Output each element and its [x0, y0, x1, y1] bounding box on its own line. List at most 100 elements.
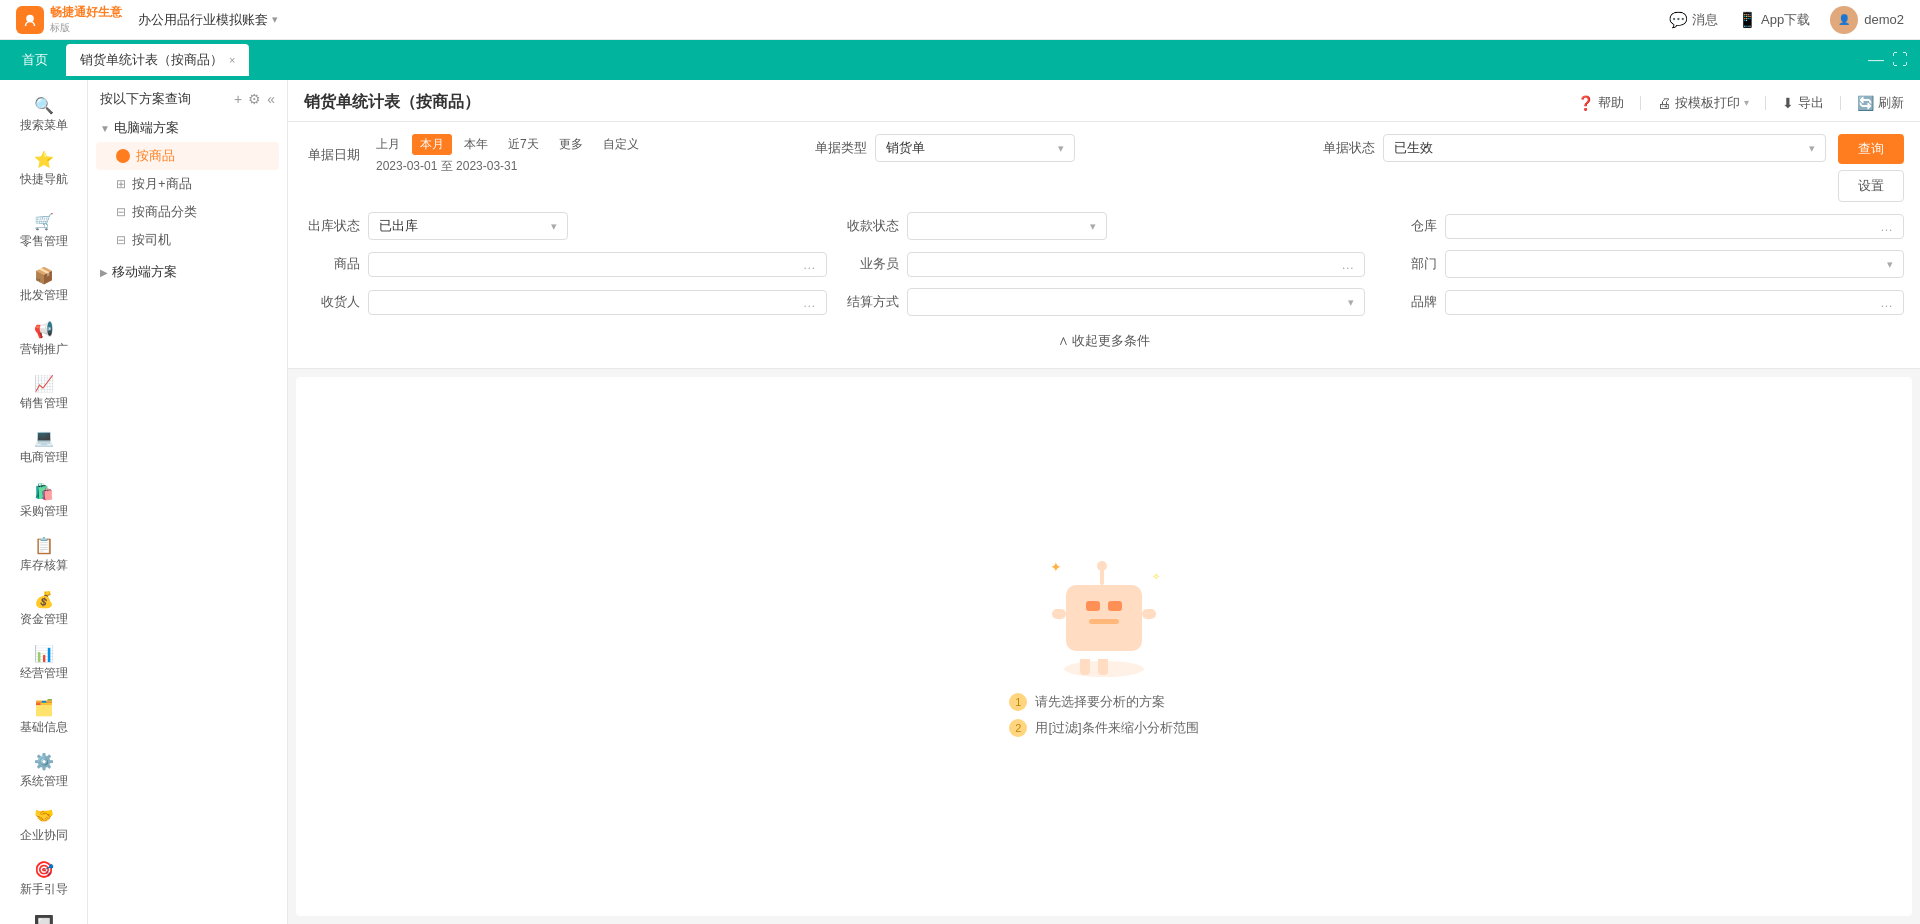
- brand-input[interactable]: …: [1445, 290, 1904, 315]
- scheme-group-desktop-header[interactable]: ▼ 电脑端方案: [96, 114, 279, 142]
- sidebar-item-wholesale[interactable]: 📦 批发管理: [0, 258, 87, 312]
- sidebar-item-enterprise[interactable]: 🤝 企业协同: [0, 798, 87, 852]
- user-area[interactable]: 👤 demo2: [1830, 6, 1904, 34]
- bill-status-select[interactable]: 已生效 ▾: [1383, 134, 1826, 162]
- date-tab-more[interactable]: 更多: [551, 134, 591, 155]
- industry-selector[interactable]: 办公用品行业模拟账套 ▾: [138, 11, 278, 29]
- collapse-more-btn[interactable]: ∧ 收起更多条件: [304, 326, 1904, 356]
- bill-type-select[interactable]: 销货单 ▾: [875, 134, 1075, 162]
- app-logo: [16, 6, 44, 34]
- help-icon: ❓: [1577, 95, 1594, 111]
- warehouse-input[interactable]: …: [1445, 214, 1904, 239]
- template-print-btn[interactable]: 🖨 按模板打印 ▾: [1657, 94, 1749, 112]
- left-panel-actions: + ⚙ «: [234, 91, 275, 107]
- export-btn[interactable]: ⬇ 导出: [1782, 94, 1824, 112]
- salesman-dots: …: [1341, 257, 1354, 272]
- add-scheme-btn[interactable]: +: [234, 91, 242, 107]
- date-tab-thisyear[interactable]: 本年: [456, 134, 496, 155]
- app-download-label: App下载: [1761, 11, 1810, 29]
- scheme-group-desktop: ▼ 电脑端方案 按商品 ⊞ 按月+商品 ⊟ 按商品分类: [96, 114, 279, 254]
- collapse-panel-btn[interactable]: «: [267, 91, 275, 107]
- scheme-item-by-month-product[interactable]: ⊞ 按月+商品: [96, 170, 279, 198]
- settlement-select[interactable]: ▾: [907, 288, 1366, 316]
- message-action[interactable]: 💬 消息: [1669, 11, 1718, 29]
- sidebar-item-ecom[interactable]: 💻 电商管理: [0, 420, 87, 474]
- filter-row-3: 商品 … 业务员 … 部门: [304, 250, 1904, 278]
- query-button[interactable]: 查询: [1838, 134, 1904, 164]
- tab-close-icon[interactable]: ×: [229, 54, 235, 66]
- collect-status-select[interactable]: ▾: [907, 212, 1107, 240]
- out-status-select[interactable]: 已出库 ▾: [368, 212, 568, 240]
- minimize-btn[interactable]: —: [1868, 51, 1884, 69]
- sidebar-item-basic[interactable]: 🗂️ 基础信息: [0, 690, 87, 744]
- date-tab-custom[interactable]: 自定义: [595, 134, 647, 155]
- refresh-btn[interactable]: 🔄 刷新: [1857, 94, 1904, 112]
- ecom-icon: 💻: [34, 428, 54, 447]
- product-input[interactable]: …: [368, 252, 827, 277]
- empty-steps: 1 请先选择要分析的方案 2 用[过滤]条件来缩小分析范围: [1009, 693, 1198, 737]
- sidebar-item-finance[interactable]: 💰 资金管理: [0, 582, 87, 636]
- empty-step-1: 1 请先选择要分析的方案: [1009, 693, 1198, 711]
- filter-row-1: 单据日期 上月 本月 本年 近7天 更多 自定义 2023-03-01 至 20…: [304, 134, 1904, 202]
- scheme-item-by-category[interactable]: ⊟ 按商品分类: [96, 198, 279, 226]
- quicknav-icon: ⭐: [34, 150, 54, 169]
- scheme-section: ▼ 电脑端方案 按商品 ⊞ 按月+商品 ⊟ 按商品分类: [88, 114, 287, 286]
- warehouse-label: 仓库: [1381, 217, 1437, 235]
- settlement-label: 结算方式: [843, 293, 899, 311]
- robot-arm-right: [1142, 609, 1156, 619]
- page-header: 销货单统计表（按商品） ❓ 帮助 🖨 按模板打印 ▾ ⬇: [288, 80, 1920, 122]
- marketing-icon: 📢: [34, 320, 54, 339]
- consignee-filter-group: 收货人 …: [304, 290, 827, 315]
- sidebar-item-search[interactable]: 🔍 搜索菜单: [0, 88, 87, 142]
- empty-step-1-text: 请先选择要分析的方案: [1035, 693, 1165, 711]
- consignee-input[interactable]: …: [368, 290, 827, 315]
- help-btn[interactable]: ❓ 帮助: [1577, 94, 1624, 112]
- out-status-filter-group: 出库状态 已出库 ▾: [304, 212, 827, 240]
- sidebar-item-quicknav[interactable]: ⭐ 快捷导航: [0, 142, 87, 196]
- scheme-group-mobile-header[interactable]: ▶ 移动端方案: [96, 258, 279, 286]
- sidebar: 🔍 搜索菜单 ⭐ 快捷导航 🛒 零售管理 📦 批发管理 📢 营销推广 📈 销售管…: [0, 80, 88, 924]
- consignee-label: 收货人: [304, 293, 360, 311]
- settlement-arrow: ▾: [1348, 296, 1354, 309]
- sidebar-item-marketing[interactable]: 📢 营销推广: [0, 312, 87, 366]
- sidebar-item-operation[interactable]: 📊 经营管理: [0, 636, 87, 690]
- setting-button[interactable]: 设置: [1838, 170, 1904, 202]
- brand-label: 品牌: [1381, 293, 1437, 311]
- left-panel-header: 按以下方案查询 + ⚙ «: [88, 80, 287, 114]
- scheme-item-by-product[interactable]: 按商品: [96, 142, 279, 170]
- tab-home[interactable]: 首页: [8, 44, 62, 76]
- by-driver-label: 按司机: [132, 231, 171, 249]
- sparkle-2: ✧: [1152, 571, 1160, 582]
- consignee-dots: …: [803, 295, 816, 310]
- sidebar-item-system[interactable]: ⚙️ 系统管理: [0, 744, 87, 798]
- out-status-value: 已出库: [379, 217, 418, 235]
- collect-status-value: [918, 217, 931, 235]
- sidebar-item-guide[interactable]: 🎯 新手引导: [0, 852, 87, 906]
- content-area: 按以下方案查询 + ⚙ « ▼ 电脑端方案 按商品: [88, 80, 1920, 924]
- scheme-settings-btn[interactable]: ⚙: [248, 91, 261, 107]
- maximize-btn[interactable]: ⛶: [1892, 51, 1908, 69]
- sidebar-item-retail[interactable]: 🛒 零售管理: [0, 204, 87, 258]
- tab-active[interactable]: 销货单统计表（按商品） ×: [66, 44, 249, 76]
- app-download-action[interactable]: 📱 App下载: [1738, 11, 1810, 29]
- salesman-input[interactable]: …: [907, 252, 1366, 277]
- warehouse-filter-group: 仓库 …: [1381, 214, 1904, 239]
- bill-type-label: 单据类型: [811, 139, 867, 157]
- sidebar-item-appcenter[interactable]: 🔲 应用中心: [0, 906, 87, 924]
- sparkle-1: ✦: [1050, 559, 1062, 575]
- date-tab-thismonth[interactable]: 本月: [412, 134, 452, 155]
- collect-status-filter-group: 收款状态 ▾: [843, 212, 1366, 240]
- date-tab-7days[interactable]: 近7天: [500, 134, 547, 155]
- sidebar-item-sales[interactable]: 📈 销售管理: [0, 366, 87, 420]
- date-range-value: 2023-03-01 至 2023-03-31: [376, 158, 647, 175]
- date-tab-lastmonth[interactable]: 上月: [368, 134, 408, 155]
- sidebar-item-purchase[interactable]: 🛍️ 采购管理: [0, 474, 87, 528]
- step-num-2: 2: [1009, 719, 1027, 737]
- download-icon: 📱: [1738, 11, 1757, 29]
- department-select[interactable]: ▾: [1445, 250, 1904, 278]
- page-header-actions: ❓ 帮助 🖨 按模板打印 ▾ ⬇ 导出: [1577, 94, 1904, 112]
- scheme-item-by-driver[interactable]: ⊟ 按司机: [96, 226, 279, 254]
- sidebar-item-inventory[interactable]: 📋 库存核算: [0, 528, 87, 582]
- date-filter-label: 单据日期: [304, 146, 360, 164]
- enterprise-icon: 🤝: [34, 806, 54, 825]
